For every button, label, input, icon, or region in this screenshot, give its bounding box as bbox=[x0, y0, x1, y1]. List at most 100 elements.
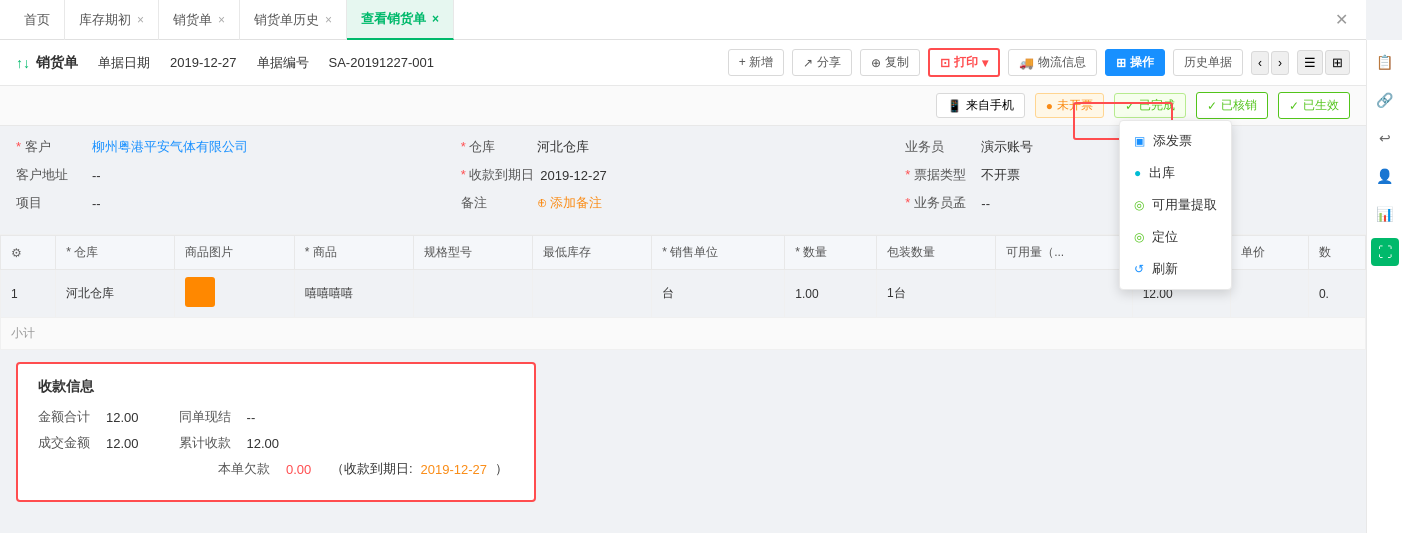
overdue-field: 本单欠款 0.00 （收款到期日: 2019-12-27 ） bbox=[218, 460, 508, 478]
deal-amount-field: 成交金额 12.00 bbox=[38, 434, 139, 452]
share-button[interactable]: ↗ 分享 bbox=[792, 49, 852, 76]
print-dropdown-arrow[interactable]: ▾ bbox=[982, 56, 988, 70]
row-min-stock bbox=[533, 270, 652, 318]
sold-icon: ✓ bbox=[1207, 99, 1217, 113]
col-settings[interactable]: ⚙ bbox=[1, 236, 56, 270]
available-qty-item[interactable]: ◎ 可用量提取 bbox=[1120, 189, 1231, 221]
date-value: 2019-12-27 bbox=[170, 55, 237, 70]
tab-sales-order[interactable]: 销货单 × bbox=[159, 0, 240, 40]
customer-label: 客户 bbox=[16, 138, 86, 156]
new-button[interactable]: + 新增 bbox=[728, 49, 784, 76]
close-view-sales-tab[interactable]: × bbox=[432, 12, 439, 26]
customer-field: 客户 柳州粤港平安气体有限公司 bbox=[16, 138, 461, 156]
add-invoice-label: 添发票 bbox=[1153, 132, 1192, 150]
product-image bbox=[185, 277, 215, 307]
add-invoice-icon: ▣ bbox=[1134, 134, 1145, 148]
customer-value[interactable]: 柳州粤港平安气体有限公司 bbox=[92, 138, 248, 156]
col-min-stock: 最低库存 bbox=[533, 236, 652, 270]
payment-date-value: 2019-12-27 bbox=[540, 168, 607, 183]
add-invoice-item[interactable]: ▣ 添发票 bbox=[1120, 125, 1231, 157]
row-image bbox=[175, 270, 294, 318]
payment-row-1: 金额合计 12.00 同单现结 -- bbox=[38, 408, 514, 426]
effect-button[interactable]: ✓ 已生效 bbox=[1278, 92, 1350, 119]
operations-button[interactable]: ⊞ 操作 bbox=[1105, 49, 1165, 76]
tab-bar: 首页 库存期初 × 销货单 × 销货单历史 × 查看销货单 × ✕ bbox=[0, 0, 1366, 40]
notes-field: 备注 ⊕ 添加备注 bbox=[461, 194, 906, 212]
grid-view-button[interactable]: ⊞ bbox=[1325, 50, 1350, 75]
close-sales-tab[interactable]: × bbox=[218, 13, 225, 27]
payment-date-label: 收款到期日 bbox=[461, 166, 535, 184]
staff-label: 业务员 bbox=[905, 138, 975, 156]
refresh-label: 刷新 bbox=[1152, 260, 1178, 278]
locate-item[interactable]: ◎ 定位 bbox=[1120, 221, 1231, 253]
next-button[interactable]: › bbox=[1271, 51, 1289, 75]
print-icon: ⊡ bbox=[940, 56, 950, 70]
col-qty: * 数量 bbox=[785, 236, 877, 270]
sidebar-icon-5[interactable]: 📊 bbox=[1371, 200, 1399, 228]
invoice-value: 不开票 bbox=[981, 166, 1020, 184]
sidebar-icon-4[interactable]: 👤 bbox=[1371, 162, 1399, 190]
same-order-label: 同单现结 bbox=[179, 408, 239, 426]
locate-icon: ◎ bbox=[1134, 230, 1144, 244]
payment-row-2: 成交金额 12.00 累计收款 12.00 bbox=[38, 434, 514, 452]
copy-button[interactable]: ⊕ 复制 bbox=[860, 49, 920, 76]
row-warehouse: 河北仓库 bbox=[56, 270, 175, 318]
same-order-value: -- bbox=[247, 410, 256, 425]
col-other: 数 bbox=[1308, 236, 1365, 270]
from-phone-button[interactable]: 📱 来自手机 bbox=[936, 93, 1025, 118]
tab-home[interactable]: 首页 bbox=[10, 0, 65, 40]
sidebar-icon-2[interactable]: 🔗 bbox=[1371, 86, 1399, 114]
doc-type-icon: ↑↓ bbox=[16, 55, 30, 71]
row-spec bbox=[413, 270, 532, 318]
doc-title-section: ↑↓ 销货单 bbox=[16, 54, 78, 72]
not-open-ticket-button[interactable]: ● 未开票 bbox=[1035, 93, 1104, 118]
cumulative-field: 累计收款 12.00 bbox=[179, 434, 280, 452]
ops-icon: ⊞ bbox=[1116, 56, 1126, 70]
address-value: -- bbox=[92, 168, 101, 183]
deal-amount-value: 12.00 bbox=[106, 436, 139, 451]
same-order-field: 同单现结 -- bbox=[179, 408, 256, 426]
row-qty: 1.00 bbox=[785, 270, 877, 318]
tab-inventory-init[interactable]: 库存期初 × bbox=[65, 0, 159, 40]
subtotal-label: 小计 bbox=[1, 318, 1366, 350]
history-button[interactable]: 历史单据 bbox=[1173, 49, 1243, 76]
outbound-item[interactable]: ● 出库 bbox=[1120, 157, 1231, 189]
cumulative-label: 累计收款 bbox=[179, 434, 239, 452]
payment-row-3: 本单欠款 0.00 （收款到期日: 2019-12-27 ） bbox=[38, 460, 514, 478]
locate-label: 定位 bbox=[1152, 228, 1178, 246]
notes-label: 备注 bbox=[461, 194, 531, 212]
list-view-button[interactable]: ☰ bbox=[1297, 50, 1323, 75]
sidebar-icon-3[interactable]: ↩ bbox=[1371, 124, 1399, 152]
row-unit: 台 bbox=[652, 270, 785, 318]
confirm-button[interactable]: ✓ 已完成 bbox=[1114, 93, 1186, 118]
close-history-tab[interactable]: × bbox=[325, 13, 332, 27]
project-value: -- bbox=[92, 196, 101, 211]
row-index: 1 bbox=[1, 270, 56, 318]
sidebar-icon-expand[interactable]: ⛶ bbox=[1371, 238, 1399, 266]
row-product: 嘻嘻嘻嘻 bbox=[294, 270, 413, 318]
outbound-icon: ● bbox=[1134, 166, 1141, 180]
business-label: 业务员孟 bbox=[905, 194, 975, 212]
tab-view-sales[interactable]: 查看销货单 × bbox=[347, 0, 454, 40]
business-value: -- bbox=[981, 196, 990, 211]
add-note-button[interactable]: ⊕ 添加备注 bbox=[537, 194, 603, 212]
tab-sales-history[interactable]: 销货单历史 × bbox=[240, 0, 347, 40]
refresh-item[interactable]: ↺ 刷新 bbox=[1120, 253, 1231, 285]
col-product: * 商品 bbox=[294, 236, 413, 270]
overdue-value: 0.00 bbox=[286, 462, 311, 477]
sold-button[interactable]: ✓ 已核销 bbox=[1196, 92, 1268, 119]
overdue-end: ） bbox=[495, 460, 508, 478]
warehouse-value: 河北仓库 bbox=[537, 138, 589, 156]
window-close-button[interactable]: ✕ bbox=[1327, 10, 1356, 29]
project-label: 项目 bbox=[16, 194, 86, 212]
right-sidebar: 📋 🔗 ↩ 👤 📊 ⛶ bbox=[1366, 40, 1402, 514]
logistics-button[interactable]: 🚚 物流信息 bbox=[1008, 49, 1097, 76]
payment-title: 收款信息 bbox=[38, 378, 514, 396]
sidebar-icon-1[interactable]: 📋 bbox=[1371, 48, 1399, 76]
print-button[interactable]: ⊡ 打印 ▾ bbox=[928, 48, 1000, 77]
close-inventory-tab[interactable]: × bbox=[137, 13, 144, 27]
prev-button[interactable]: ‹ bbox=[1251, 51, 1269, 75]
col-unit: * 销售单位 bbox=[652, 236, 785, 270]
logistics-icon: 🚚 bbox=[1019, 56, 1034, 70]
address-field: 客户地址 -- bbox=[16, 166, 461, 184]
